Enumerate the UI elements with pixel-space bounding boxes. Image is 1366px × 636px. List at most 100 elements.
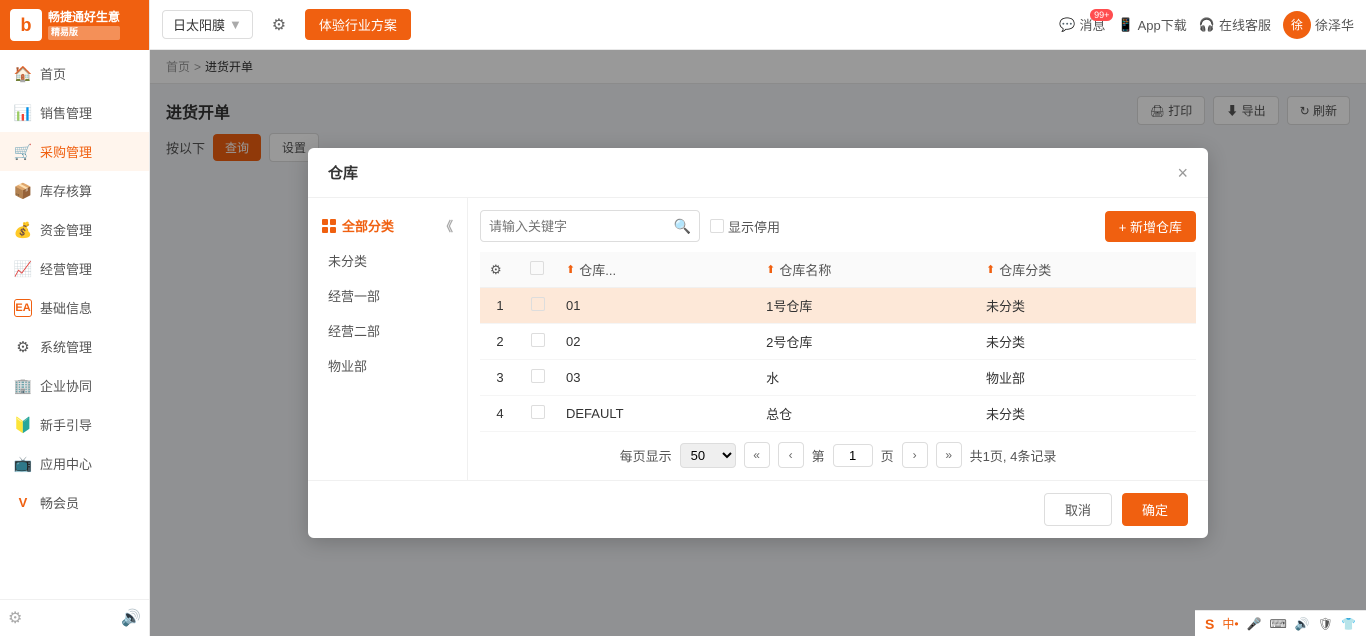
brand-text: 畅捷通好生意 精易版 [48,10,120,39]
th-category: ⬆ 仓库分类 [976,252,1196,288]
cancel-button[interactable]: 取消 [1044,493,1112,526]
table-row[interactable]: 1 01 1号仓库 未分类 [480,288,1196,324]
settings-icon[interactable]: ⚙ [8,608,22,628]
sidebar-item-finance[interactable]: 💰 资金管理 [0,210,149,249]
sidebar-item-enterprise[interactable]: 🏢 企业协同 [0,366,149,405]
topbar-brand: 日太阳膜 ▼ [162,10,253,39]
topbar-dropdown[interactable]: 日太阳膜 ▼ [162,10,253,39]
sound-icon[interactable]: 🔊 [121,608,141,628]
main-area: 日太阳膜 ▼ ⚙ 体验行业方案 💬 消息 99+ 📱 App下载 🎧 在线客服 [150,0,1366,636]
sort-icon: ⬆ [566,263,575,276]
sort-icon3: ⬆ [986,263,995,276]
sidebar: b 畅捷通好生意 精易版 🏠 首页 📊 销售管理 🛒 采购管理 📦 库存核算 💰… [0,0,150,636]
sidebar-item-newbie[interactable]: 🔰 新手引导 [0,405,149,444]
add-warehouse-btn[interactable]: + 新增仓库 [1105,211,1196,242]
modal-close-button[interactable]: × [1177,164,1188,182]
sidebar-item-label: 首页 [40,64,66,83]
purchase-icon: 🛒 [14,143,32,161]
sidebar-item-label: 经营管理 [40,259,92,278]
row-category: 物业部 [976,360,1196,396]
row-name: 2号仓库 [756,324,976,360]
logo-icon: b [10,9,42,41]
sidebar-item-member[interactable]: V 畅会员 [0,483,149,522]
th-gear: ⚙ [480,252,520,288]
sidebar-item-sales[interactable]: 📊 销售管理 [0,93,149,132]
row-code: 03 [556,360,756,396]
row-code: DEFAULT [556,396,756,432]
collapse-icon[interactable]: 《 [440,216,453,235]
row-num: 4 [480,396,520,432]
table-row[interactable]: 3 03 水 物业部 [480,360,1196,396]
enterprise-icon: 🏢 [14,377,32,395]
warehouse-modal: 仓库 × 全部分类 《 [308,148,1208,538]
topbar-gear-button[interactable]: ⚙ [263,9,295,41]
table-container: ⚙ ⬆ 仓库... [480,252,1196,432]
row-checkbox[interactable] [531,369,545,383]
category-item-ops1[interactable]: 经营一部 [308,278,467,313]
table-row[interactable]: 2 02 2号仓库 未分类 [480,324,1196,360]
dropdown-arrow-icon: ▼ [229,17,242,32]
category-item-property[interactable]: 物业部 [308,348,467,383]
category-item-ops2[interactable]: 经营二部 [308,313,467,348]
row-checkbox[interactable] [531,297,545,311]
sidebar-item-home[interactable]: 🏠 首页 [0,54,149,93]
clothes-icon: 👕 [1341,617,1356,631]
row-category: 未分类 [976,288,1196,324]
messages-button[interactable]: 💬 消息 99+ [1059,15,1105,34]
page-number-input[interactable] [833,444,873,467]
sidebar-item-basic[interactable]: EA 基础信息 [0,288,149,327]
topbar-right: 💬 消息 99+ 📱 App下载 🎧 在线客服 徐 徐泽华 [1059,11,1354,39]
show-disabled-checkbox[interactable] [710,219,724,233]
sidebar-nav: 🏠 首页 📊 销售管理 🛒 采购管理 📦 库存核算 💰 资金管理 📈 经营管理 … [0,50,149,599]
sidebar-item-purchase[interactable]: 🛒 采购管理 [0,132,149,171]
row-checkbox[interactable] [531,405,545,419]
search-icon[interactable]: 🔍 [674,218,691,235]
speaker-icon[interactable]: 🔊 [1295,617,1310,631]
sort-icon2: ⬆ [766,263,775,276]
row-category: 未分类 [976,324,1196,360]
sidebar-item-label: 企业协同 [40,376,92,395]
next-page-btn[interactable]: › [902,442,928,468]
headset-icon: 🎧 [1199,17,1215,33]
newbie-icon: 🔰 [14,416,32,434]
mobile-icon: 📱 [1117,17,1133,33]
keyboard-icon[interactable]: ⌨ [1270,617,1287,631]
prev-page-btn[interactable]: ‹ [778,442,804,468]
warehouse-table: ⚙ ⬆ 仓库... [480,252,1196,432]
first-page-btn[interactable]: « [744,442,770,468]
category-item-unclassified[interactable]: 未分类 [308,243,467,278]
mic-icon[interactable]: 🎤 [1247,617,1262,631]
sidebar-item-label: 系统管理 [40,337,92,356]
sidebar-bottom: ⚙ 🔊 [0,599,149,636]
row-checkbox[interactable] [531,333,545,347]
modal-overlay: 仓库 × 全部分类 《 [150,50,1366,636]
s-text: 中• [1222,615,1238,632]
message-icon: 💬 [1059,17,1075,33]
all-categories-button[interactable]: 全部分类 《 [308,208,467,243]
sidebar-item-inventory[interactable]: 📦 库存核算 [0,171,149,210]
table-body: 1 01 1号仓库 未分类 [480,288,1196,432]
online-service-button[interactable]: 🎧 在线客服 [1199,15,1271,34]
search-input[interactable] [489,219,670,234]
sidebar-item-appcenter[interactable]: 📺 应用中心 [0,444,149,483]
select-all-checkbox[interactable] [530,261,544,275]
sidebar-item-operations[interactable]: 📈 经营管理 [0,249,149,288]
sidebar-item-system[interactable]: ⚙ 系统管理 [0,327,149,366]
member-icon: V [14,494,32,512]
grid-icon [322,219,336,233]
per-page-select[interactable]: 50 20 100 [680,443,736,468]
content-area: 首页 > 进货开单 进货开单 🖨 打印 ⬇ 导出 ↻ 刷新 按以下 查询 设置 [150,50,1366,636]
sidebar-item-label: 库存核算 [40,181,92,200]
show-disabled-toggle[interactable]: 显示停用 [710,217,780,236]
modal-body: 全部分类 《 未分类 经营一部 经营二部 物业部 [308,198,1208,480]
last-page-btn[interactable]: » [936,442,962,468]
sales-icon: 📊 [14,104,32,122]
row-name: 总仓 [756,396,976,432]
app-download-button[interactable]: 📱 App下载 [1117,15,1186,34]
row-code: 02 [556,324,756,360]
trial-btn[interactable]: 体验行业方案 [305,9,411,40]
statusbar: S 中• 🎤 ⌨ 🔊 🛡 👕 [1195,610,1366,636]
user-menu[interactable]: 徐 徐泽华 [1283,11,1354,39]
table-row[interactable]: 4 DEFAULT 总仓 未分类 [480,396,1196,432]
confirm-button[interactable]: 确定 [1122,493,1188,526]
